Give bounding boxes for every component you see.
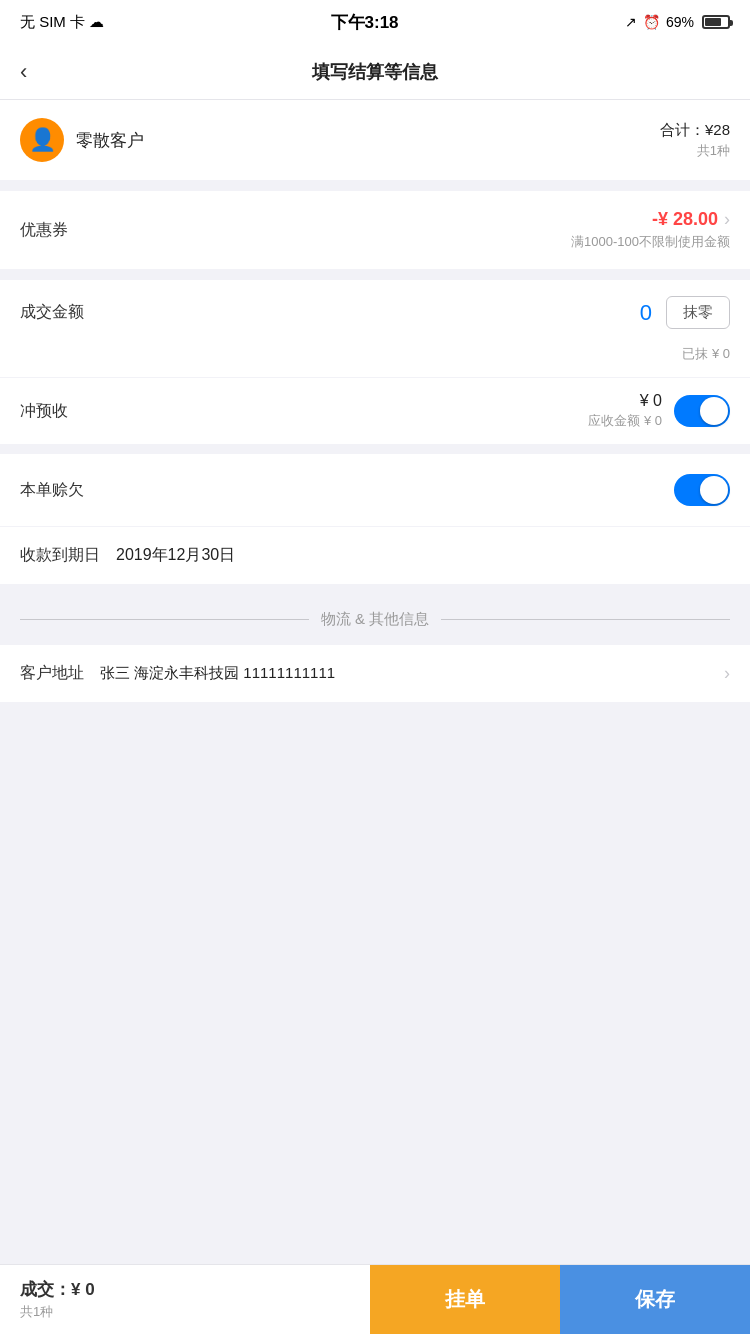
- round-button[interactable]: 抹零: [666, 296, 730, 329]
- due-date-label: 收款到期日: [20, 545, 100, 566]
- total-amount: 合计：¥28: [660, 121, 730, 140]
- prepayment-label: 冲预收: [20, 401, 68, 422]
- debt-label: 本单赊欠: [20, 480, 84, 501]
- bottom-bar: 成交：¥ 0 共1种 挂单 保存: [0, 1264, 750, 1334]
- coupon-section[interactable]: 优惠券 -¥ 28.00 › 满1000-100不限制使用金额: [0, 190, 750, 269]
- bottom-deal-label: 成交：: [20, 1280, 71, 1299]
- address-section[interactable]: 客户地址 张三 海淀永丰科技园 11111111111 ›: [0, 645, 750, 702]
- prepayment-value: ¥ 0: [588, 392, 662, 410]
- logistics-line-right: [441, 619, 730, 620]
- avatar: 👤: [20, 118, 64, 162]
- customer-row: 👤 零散客户 合计：¥28 共1种: [0, 100, 750, 180]
- customer-section: 👤 零散客户 合计：¥28 共1种: [0, 100, 750, 180]
- amount-sub: 已抹 ¥ 0: [0, 345, 750, 377]
- chevron-right-icon: ›: [724, 209, 730, 230]
- customer-info: 👤 零散客户: [20, 118, 144, 162]
- coupon-right: -¥ 28.00 › 满1000-100不限制使用金额: [571, 209, 730, 251]
- prepayment-right: ¥ 0 应收金额 ¥ 0: [588, 392, 730, 430]
- status-right: ↗ ⏰ 69%: [625, 14, 730, 30]
- bottom-deal-row: 成交：¥ 0: [20, 1278, 350, 1301]
- location-icon: ↗: [625, 14, 637, 30]
- total-count: 共1种: [660, 142, 730, 160]
- amount-value: 0: [640, 300, 652, 326]
- logistics-line-left: [20, 619, 309, 620]
- debt-toggle-knob: [700, 476, 728, 504]
- status-left: 无 SIM 卡 ☁: [20, 13, 104, 32]
- coupon-subtext: 满1000-100不限制使用金额: [571, 233, 730, 251]
- transaction-section: 成交金额 0 抹零 已抹 ¥ 0 冲预收 ¥ 0 应收金额 ¥ 0: [0, 279, 750, 444]
- bottom-count: 共1种: [20, 1303, 350, 1321]
- bottom-summary: 成交：¥ 0 共1种: [0, 1278, 370, 1321]
- status-bar: 无 SIM 卡 ☁ 下午3:18 ↗ ⏰ 69%: [0, 0, 750, 44]
- customer-name: 零散客户: [76, 129, 144, 152]
- nav-bar: ‹ 填写结算等信息: [0, 44, 750, 100]
- battery-label: 69%: [666, 14, 694, 30]
- coupon-row[interactable]: 优惠券 -¥ 28.00 › 满1000-100不限制使用金额: [0, 190, 750, 269]
- due-date-row: 收款到期日 2019年12月30日: [0, 526, 750, 584]
- prepayment-subtext: 应收金额 ¥ 0: [588, 412, 662, 430]
- save-button[interactable]: 保存: [560, 1265, 750, 1334]
- debt-section: 本单赊欠 收款到期日 2019年12月30日: [0, 454, 750, 584]
- toggle-knob: [700, 397, 728, 425]
- prepayment-row: 冲预收 ¥ 0 应收金额 ¥ 0: [0, 377, 750, 444]
- back-button[interactable]: ‹: [20, 59, 27, 85]
- hold-button[interactable]: 挂单: [370, 1265, 560, 1334]
- logistics-header: 物流 & 其他信息: [0, 594, 750, 645]
- sim-label: 无 SIM 卡 ☁: [20, 13, 104, 32]
- alarm-icon: ⏰: [643, 14, 660, 30]
- page-title: 填写结算等信息: [312, 60, 438, 84]
- bottom-deal-value: ¥ 0: [71, 1280, 95, 1299]
- address-chevron-icon: ›: [724, 663, 730, 684]
- address-label: 客户地址: [20, 663, 84, 684]
- prepayment-values: ¥ 0 应收金额 ¥ 0: [588, 392, 662, 430]
- coupon-label: 优惠券: [20, 220, 68, 241]
- due-date-value: 2019年12月30日: [116, 545, 235, 566]
- prepayment-toggle[interactable]: [674, 395, 730, 427]
- avatar-icon: 👤: [29, 127, 56, 153]
- coupon-discount: -¥ 28.00: [652, 209, 718, 230]
- debt-toggle[interactable]: [674, 474, 730, 506]
- address-value: 张三 海淀永丰科技园 11111111111: [100, 664, 718, 683]
- status-time: 下午3:18: [331, 11, 399, 34]
- logistics-label: 物流 & 其他信息: [321, 610, 429, 629]
- debt-row: 本单赊欠: [0, 454, 750, 526]
- battery-icon: [702, 15, 730, 29]
- bottom-spacer: [0, 712, 750, 812]
- amount-label: 成交金额: [20, 302, 84, 323]
- customer-total: 合计：¥28 共1种: [660, 121, 730, 160]
- amount-row: 成交金额 0 抹零: [0, 279, 750, 345]
- address-row[interactable]: 客户地址 张三 海淀永丰科技园 11111111111 ›: [0, 645, 750, 702]
- amount-right: 0 抹零: [640, 296, 730, 329]
